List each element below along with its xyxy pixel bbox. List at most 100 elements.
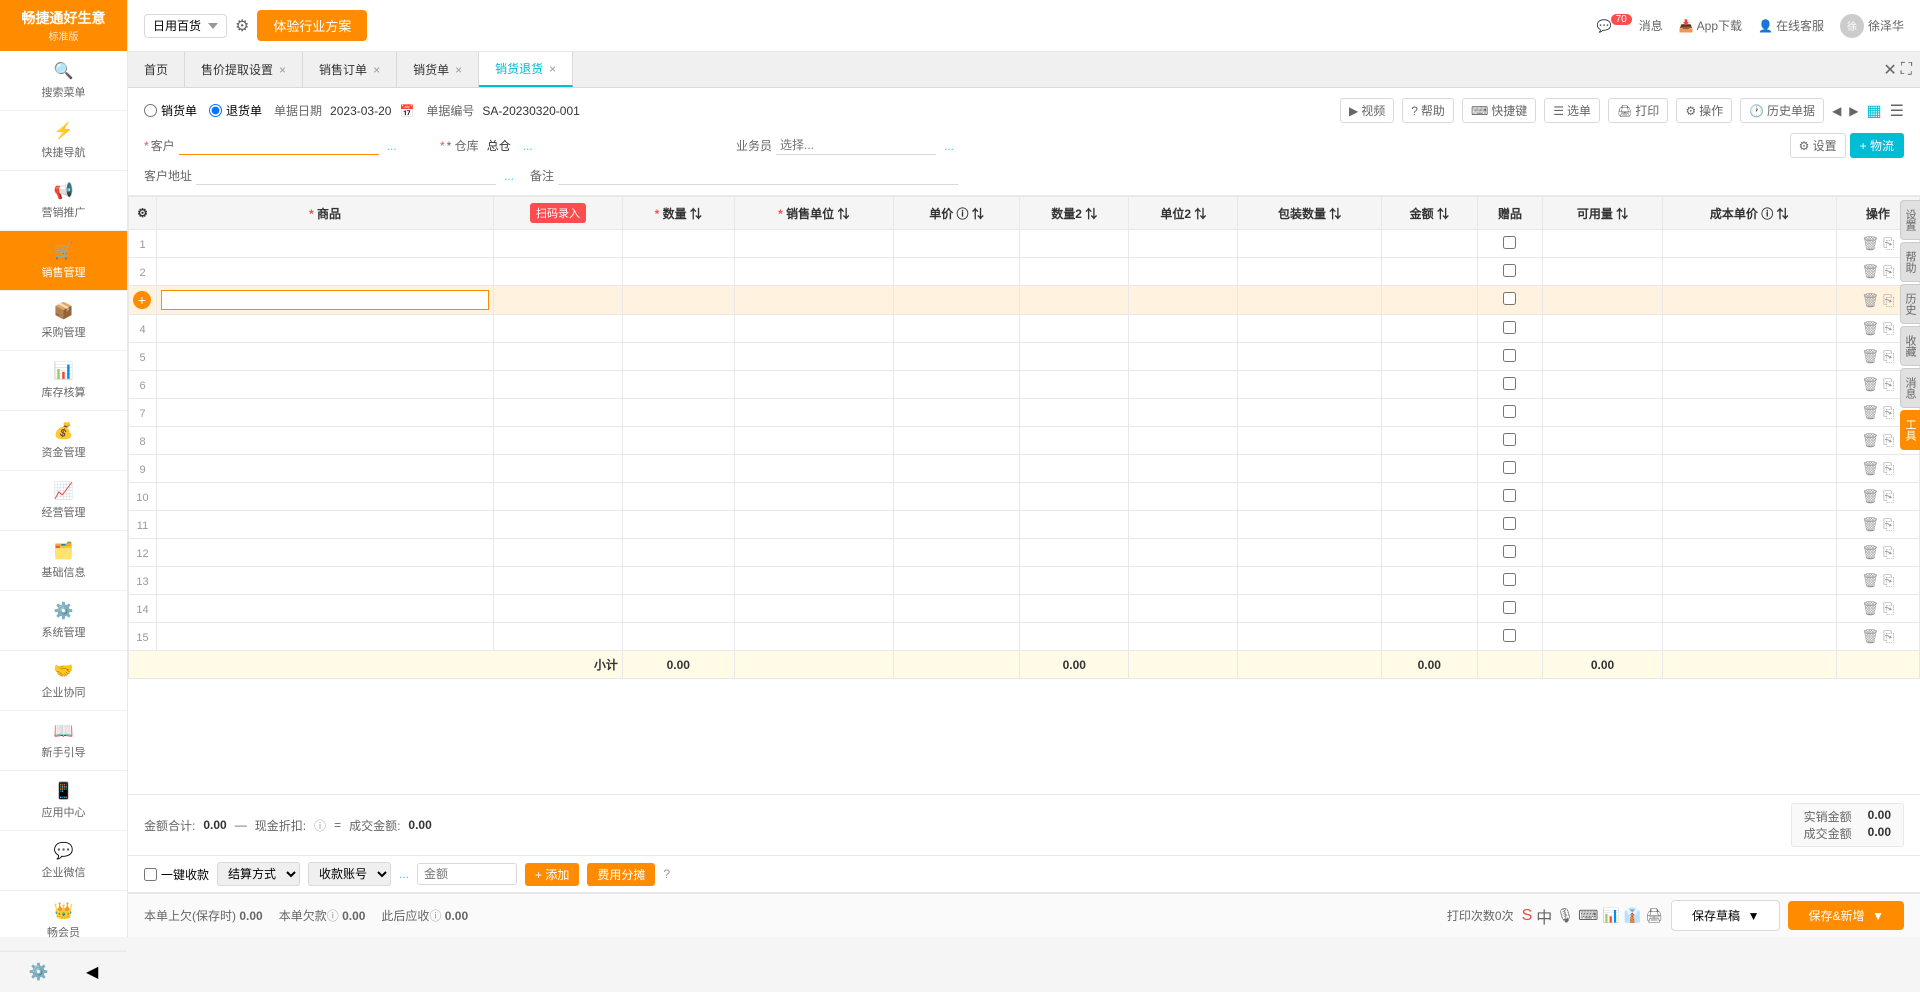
quantity-cell[interactable] [622, 623, 734, 651]
fee-split-btn[interactable]: 费用分摊 [587, 863, 655, 886]
quantity-cell[interactable] [622, 258, 734, 286]
unit-price-cell[interactable] [893, 230, 1019, 258]
product-cell[interactable] [157, 427, 494, 455]
gift-checkbox[interactable] [1503, 629, 1516, 642]
gift-cell[interactable] [1477, 595, 1542, 623]
sidebar-item-base[interactable]: 🗂️ 基础信息 [0, 531, 127, 591]
gift-checkbox[interactable] [1503, 377, 1516, 390]
quantity-cell[interactable] [622, 427, 734, 455]
copy-row-icon[interactable]: ⎘ [1883, 488, 1894, 505]
unit2-cell[interactable] [1129, 371, 1238, 399]
calc-method-select[interactable]: 结算方式 [217, 862, 300, 886]
available-cell[interactable] [1543, 623, 1663, 651]
gift-checkbox[interactable] [1503, 405, 1516, 418]
account-dots[interactable]: ... [399, 867, 409, 881]
tab-sales-order[interactable]: 销售订单 × [303, 52, 397, 87]
scan-btn[interactable]: 扫码录入 [530, 203, 586, 223]
right-btn-1[interactable]: 设置 [1900, 200, 1920, 240]
col-settings[interactable]: ⚙ [129, 197, 157, 230]
unit-price-cell[interactable] [893, 399, 1019, 427]
product-cell[interactable] [157, 511, 494, 539]
quantity2-cell[interactable] [1020, 286, 1129, 315]
copy-row-icon[interactable]: ⎘ [1883, 544, 1894, 561]
gift-cell[interactable] [1477, 455, 1542, 483]
quantity-cell[interactable] [622, 483, 734, 511]
trial-btn[interactable]: 体验行业方案 [257, 10, 367, 41]
pack-qty-cell[interactable] [1238, 427, 1381, 455]
amount-cell[interactable] [1381, 623, 1477, 651]
product-cell[interactable] [157, 230, 494, 258]
amount-cell[interactable] [1381, 230, 1477, 258]
gift-cell[interactable] [1477, 623, 1542, 651]
pack-qty-cell[interactable] [1238, 286, 1381, 315]
unit2-cell[interactable] [1129, 258, 1238, 286]
sidebar-item-marketing[interactable]: 📢 营销推广 [0, 171, 127, 231]
product-cell[interactable] [157, 315, 494, 343]
unit-price-cell[interactable] [893, 567, 1019, 595]
product-cell[interactable] [157, 483, 494, 511]
operation-btn[interactable]: ⚙ 操作 [1676, 98, 1732, 123]
quantity-cell[interactable] [622, 230, 734, 258]
quantity2-cell[interactable] [1020, 343, 1129, 371]
print-icon7[interactable]: 🖨 [1645, 907, 1663, 924]
unit-price-cell[interactable] [893, 258, 1019, 286]
unit-price-cell[interactable] [893, 539, 1019, 567]
account-select[interactable]: 收款账号 [308, 862, 391, 886]
note-input[interactable] [558, 166, 958, 185]
product-cell[interactable] [157, 595, 494, 623]
delete-row-icon[interactable]: 🗑 [1861, 488, 1879, 505]
available-cell[interactable] [1543, 483, 1663, 511]
pack-qty-cell[interactable] [1238, 455, 1381, 483]
topbar-gear-icon[interactable]: ⚙ [235, 16, 249, 36]
sales-unit-cell[interactable] [734, 315, 893, 343]
delete-row-icon[interactable]: 🗑 [1861, 404, 1879, 421]
print-icon1[interactable]: S [1522, 907, 1533, 925]
unit-price-cell[interactable] [893, 455, 1019, 483]
amount-cell[interactable] [1381, 286, 1477, 315]
right-btn-5[interactable]: 消息 [1900, 368, 1920, 408]
unit-price-cell[interactable] [893, 511, 1019, 539]
save-draft-btn[interactable]: 保存草稿 ▼ [1671, 900, 1781, 931]
help-btn[interactable]: ? 帮助 [1402, 98, 1454, 123]
available-cell[interactable] [1543, 511, 1663, 539]
available-cell[interactable] [1543, 343, 1663, 371]
shortcut-btn[interactable]: ⌨ 快捷键 [1462, 98, 1536, 123]
gift-checkbox[interactable] [1503, 264, 1516, 277]
unit2-cell[interactable] [1129, 230, 1238, 258]
delete-row-icon[interactable]: 🗑 [1861, 460, 1879, 477]
sidebar-item-inventory[interactable]: 📊 库存核算 [0, 351, 127, 411]
cost-price-cell[interactable] [1662, 427, 1836, 455]
quantity-cell[interactable] [622, 511, 734, 539]
unit-price-cell[interactable] [893, 286, 1019, 315]
customer-dots[interactable]: ... [387, 139, 397, 153]
grid-view-icon[interactable]: ▦ [1867, 101, 1882, 121]
add-payment-btn[interactable]: + 添加 [525, 863, 579, 886]
add-row-btn[interactable]: + [133, 291, 151, 309]
close-sales-order-tab[interactable]: × [373, 63, 380, 77]
cost-price-cell[interactable] [1662, 315, 1836, 343]
available-cell[interactable] [1543, 595, 1663, 623]
right-btn-4[interactable]: 收藏 [1900, 326, 1920, 366]
warehouse-dots[interactable]: ... [523, 139, 533, 153]
available-cell[interactable] [1543, 455, 1663, 483]
quantity2-cell[interactable] [1020, 511, 1129, 539]
cost-price-cell[interactable] [1662, 258, 1836, 286]
quantity2-cell[interactable] [1020, 455, 1129, 483]
gift-checkbox[interactable] [1503, 292, 1516, 305]
prev-record-icon[interactable]: ◀ [1832, 104, 1841, 118]
quantity-cell[interactable] [622, 455, 734, 483]
sidebar-item-system[interactable]: ⚙️ 系统管理 [0, 591, 127, 651]
product-input[interactable] [161, 290, 489, 310]
close-tab-icon[interactable]: ✕ [1883, 60, 1896, 80]
product-cell[interactable] [157, 371, 494, 399]
quantity2-cell[interactable] [1020, 623, 1129, 651]
gift-cell[interactable] [1477, 539, 1542, 567]
cost-price-cell[interactable] [1662, 371, 1836, 399]
quantity2-cell[interactable] [1020, 371, 1129, 399]
unit-price-cell[interactable] [893, 371, 1019, 399]
sales-unit-cell[interactable] [734, 286, 893, 315]
delete-row-icon[interactable]: 🗑 [1861, 544, 1879, 561]
gift-checkbox[interactable] [1503, 236, 1516, 249]
pack-qty-cell[interactable] [1238, 315, 1381, 343]
sales-unit-cell[interactable] [734, 343, 893, 371]
